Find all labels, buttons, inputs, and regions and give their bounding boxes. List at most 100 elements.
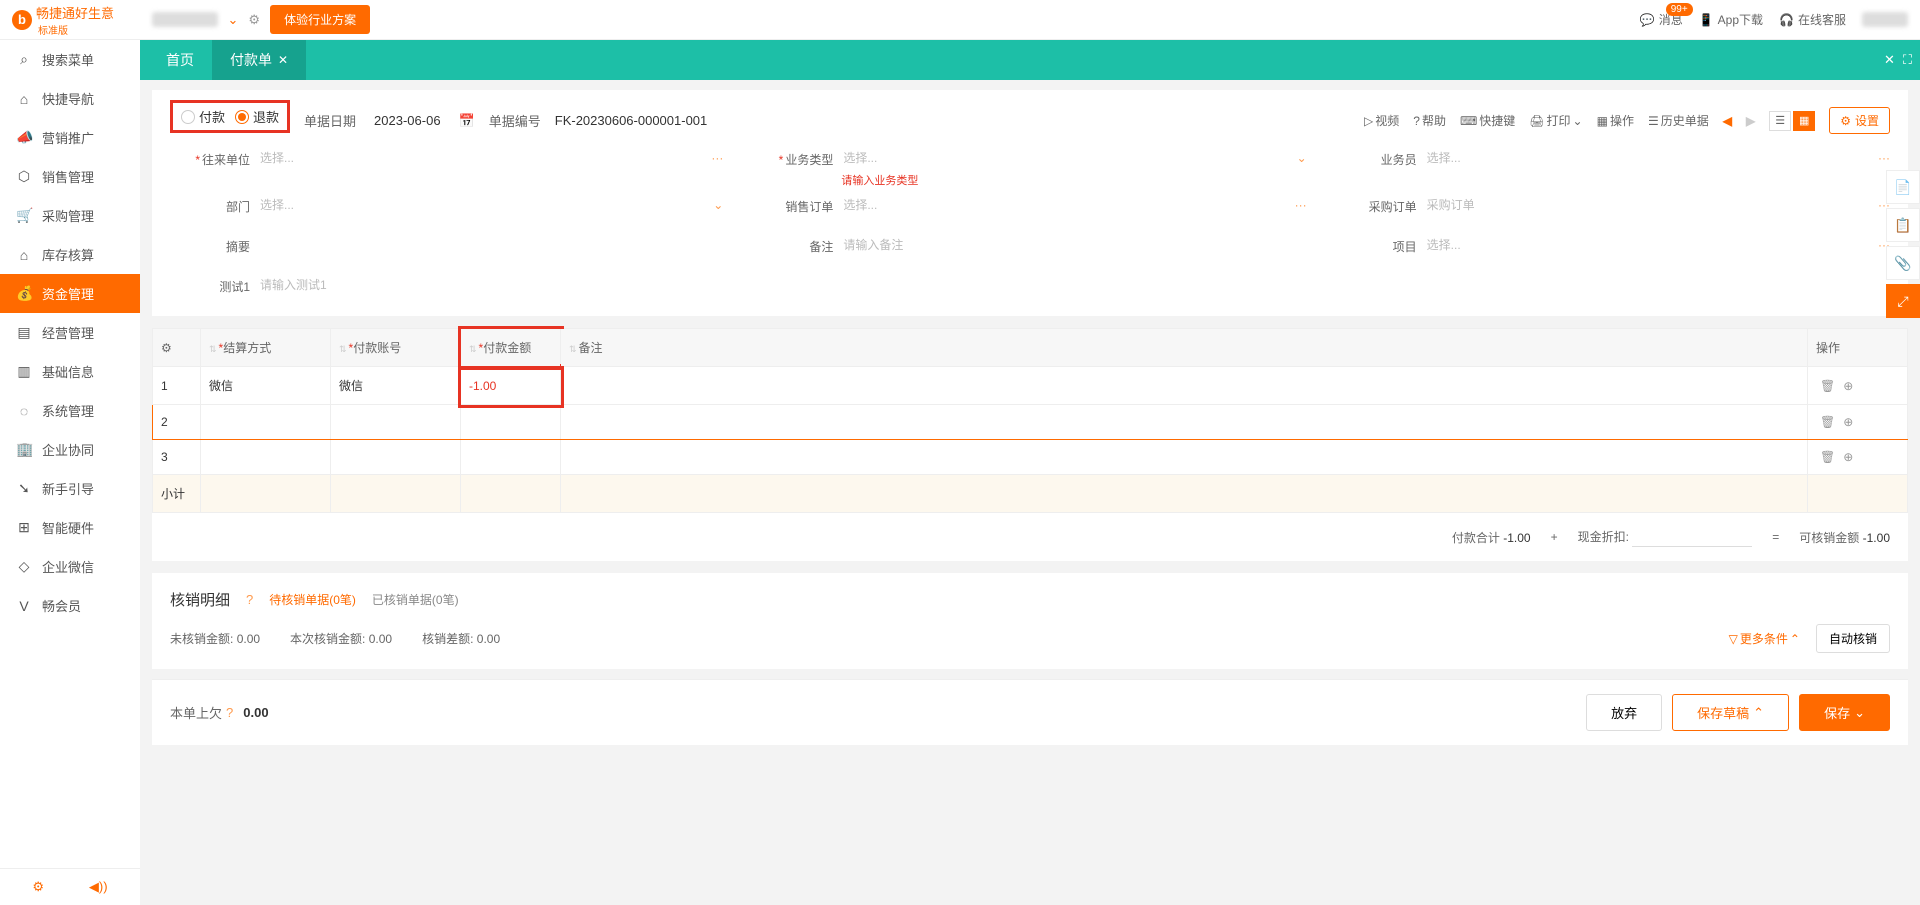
rail-attach-icon[interactable]: 📎 [1886,246,1920,280]
sidebar-item-2[interactable]: 📣营销推广 [0,118,140,157]
summary-input[interactable] [258,234,723,257]
cell-amount[interactable] [461,440,561,475]
ellipsis-icon[interactable]: ··· [711,151,723,165]
help-icon[interactable]: ? [246,592,253,607]
sidebar-item-8[interactable]: ▥基础信息 [0,352,140,391]
cell-remark[interactable] [561,367,1808,405]
delete-icon[interactable]: 🗑 [1820,415,1835,429]
cell-acct[interactable] [331,440,461,475]
table-row[interactable]: 1微信微信-1.00🗑⊕ [153,367,1908,405]
sidebar-item-7[interactable]: ▤经营管理 [0,313,140,352]
add-icon[interactable]: ⊕ [1843,450,1853,464]
rail-expand-icon[interactable]: ⤢ [1886,284,1920,318]
app-download-link[interactable]: 📱 App下载 [1699,11,1763,28]
sidebar-item-4[interactable]: 🛒采购管理 [0,196,140,235]
video-action[interactable]: ▷视频 [1364,112,1399,129]
project-input[interactable] [1425,234,1890,257]
expand-icon[interactable]: ⛶ [1903,52,1912,68]
sidebar-item-11[interactable]: ➘新手引导 [0,469,140,508]
col-acct[interactable]: ⇅*付款账号 [331,329,461,367]
add-icon[interactable]: ⊕ [1843,415,1853,429]
sidebar-item-10[interactable]: 🏢企业协同 [0,430,140,469]
remark-input[interactable] [841,234,1306,257]
purchase-order-input[interactable] [1425,194,1890,217]
config-button[interactable]: ⚙设置 [1829,107,1890,134]
more-filter-link[interactable]: ▽更多条件⌃ [1729,630,1800,647]
clerk-input[interactable] [1425,147,1890,170]
cell-amount[interactable]: -1.00 [461,367,561,405]
sidebar-item-9[interactable]: ◌系统管理 [0,391,140,430]
biztype-input[interactable] [841,147,1306,170]
calendar-icon[interactable]: 📅 [459,113,475,129]
delete-icon[interactable]: 🗑 [1820,450,1835,464]
app-download-label: App下载 [1718,11,1763,28]
save-draft-button[interactable]: 保存草稿⌃ [1672,694,1789,731]
sidebar-item-6[interactable]: 💰资金管理 [0,274,140,313]
sidebar-item-0[interactable]: ⌕搜索菜单 [0,40,140,79]
ellipsis-icon[interactable]: ··· [1878,151,1890,165]
col-amount[interactable]: ⇅*付款金额 [461,329,561,367]
operation-action[interactable]: ▦操作 [1597,112,1634,129]
col-settle[interactable]: ⇅*结算方式 [201,329,331,367]
cell-acct[interactable] [331,405,461,440]
tab-1[interactable]: 付款单✕ [212,40,306,80]
sidebar-item-14[interactable]: V畅会员 [0,586,140,625]
messages-link[interactable]: 💬 消息 99+ [1640,11,1683,28]
test1-input[interactable] [258,274,608,297]
user-name-masked[interactable]: xxxx [1862,12,1908,27]
prev-doc-arrow[interactable]: ◀ [1723,114,1732,128]
partner-input[interactable] [258,147,723,170]
history-action[interactable]: ☰历史单据 [1648,112,1709,129]
support-link[interactable]: 🎧 在线客服 [1779,11,1846,28]
cell-remark[interactable] [561,440,1808,475]
help-icon[interactable]: ? [226,705,233,720]
cell-remark[interactable] [561,405,1808,440]
discount-input[interactable] [1632,527,1752,547]
sidebar-item-5[interactable]: ⌂库存核算 [0,235,140,274]
view-list-button[interactable]: ☰ [1769,111,1791,131]
col-settings[interactable]: ⚙ [153,329,201,367]
radio-refund[interactable]: 退款 [235,107,279,126]
cell-amount[interactable] [461,405,561,440]
tab-0[interactable]: 首页 [148,40,212,80]
cell-settle[interactable] [201,405,331,440]
cell-acct[interactable]: 微信 [331,367,461,405]
trial-button[interactable]: 体验行业方案 [270,5,370,34]
close-all-icon[interactable]: ✕ [1884,52,1895,68]
add-icon[interactable]: ⊕ [1843,379,1853,393]
settings-icon[interactable]: ⚙ [32,879,44,895]
save-button[interactable]: 保存⌄ [1799,694,1890,731]
close-icon[interactable]: ✕ [278,53,288,67]
cell-settle[interactable]: 微信 [201,367,331,405]
rail-doc-icon[interactable]: 📋 [1886,208,1920,242]
shortcut-action[interactable]: ⌨快捷键 [1460,112,1515,129]
discard-button[interactable]: 放弃 [1586,694,1662,731]
pending-tab[interactable]: 待核销单据(0笔) [269,591,356,608]
chevron-down-icon[interactable]: ⌄ [228,12,239,28]
doc-date-value[interactable]: 2023-06-06 [370,111,445,130]
dept-input[interactable] [258,194,723,217]
rail-note-icon[interactable]: 📄 [1886,170,1920,204]
help-action[interactable]: ?帮助 [1413,112,1446,129]
next-doc-arrow[interactable]: ▶ [1746,114,1755,128]
print-action[interactable]: 🖨打印⌄ [1529,112,1582,129]
sidebar-item-12[interactable]: ⊞智能硬件 [0,508,140,547]
cell-settle[interactable] [201,440,331,475]
auto-verify-button[interactable]: 自动核销 [1816,624,1890,653]
sales-order-input[interactable] [841,194,1306,217]
gear-icon[interactable]: ⚙ [248,12,260,28]
chevron-down-icon[interactable]: ⌄ [713,198,723,212]
sidebar-item-1[interactable]: ⌂快捷导航 [0,79,140,118]
delete-icon[interactable]: 🗑 [1820,379,1835,393]
done-tab[interactable]: 已核销单据(0笔) [372,591,459,608]
collapse-icon[interactable]: ◀)) [89,879,108,895]
chevron-down-icon[interactable]: ⌄ [1297,151,1307,165]
radio-pay[interactable]: 付款 [181,107,225,126]
table-row[interactable]: 3🗑⊕ [153,440,1908,475]
ellipsis-icon[interactable]: ··· [1295,198,1307,212]
col-remark[interactable]: ⇅备注 [561,329,1808,367]
view-card-button[interactable]: ▦ [1793,111,1815,131]
table-row[interactable]: 2🗑⊕ [153,405,1908,440]
sidebar-item-13[interactable]: ◇企业微信 [0,547,140,586]
sidebar-item-3[interactable]: ⬡销售管理 [0,157,140,196]
